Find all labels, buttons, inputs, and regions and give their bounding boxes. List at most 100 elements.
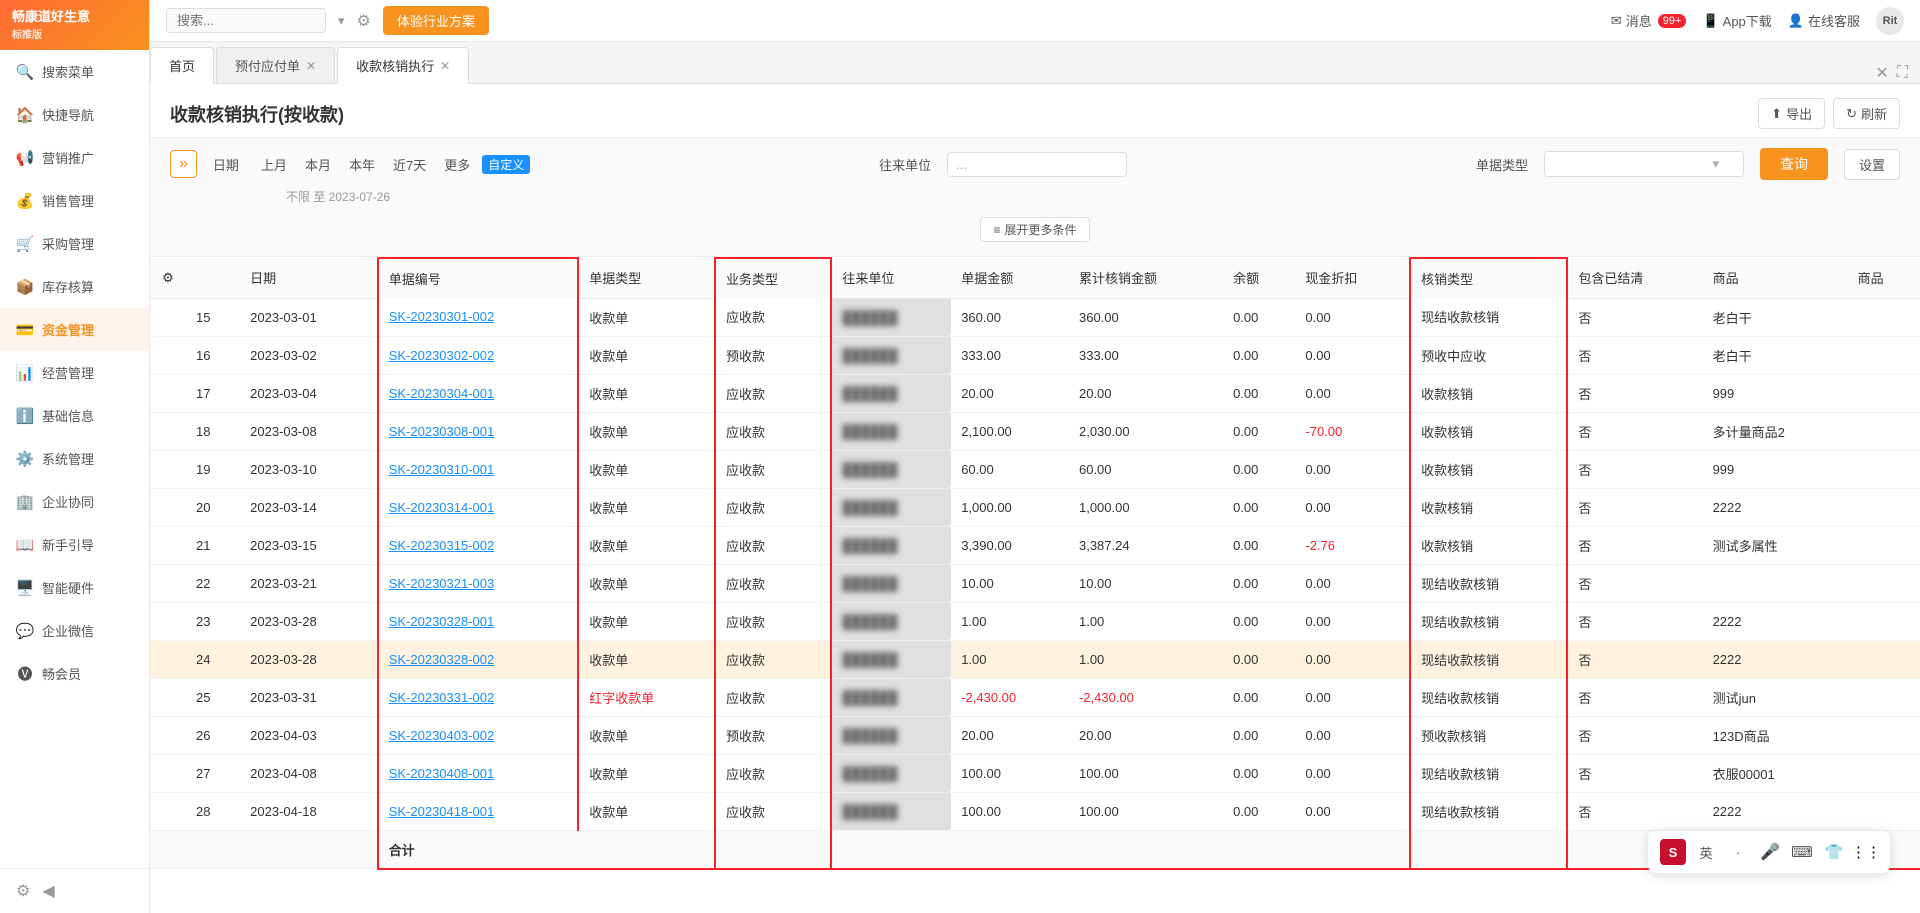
- app-download-item[interactable]: 📱 App下载: [1702, 11, 1771, 30]
- search-input[interactable]: [166, 8, 326, 33]
- table-cell: 28: [186, 792, 240, 830]
- query-button[interactable]: 查询: [1760, 148, 1828, 180]
- messages-item[interactable]: ✉ 消息 99+: [1611, 11, 1687, 30]
- sidebar-item-purchase[interactable]: 🛒 采购管理: [0, 222, 149, 265]
- refresh-button[interactable]: ↻ 刷新: [1833, 98, 1900, 129]
- bill-no-cell[interactable]: SK-20230310-001: [378, 450, 578, 488]
- table-cell: ██████: [831, 602, 951, 640]
- bill-no-cell[interactable]: SK-20230418-001: [378, 792, 578, 830]
- sidebar-item-finance[interactable]: 💳 资金管理: [0, 308, 149, 351]
- table-cell: ██████: [831, 716, 951, 754]
- table-cell: 20.00: [951, 374, 1069, 412]
- table-cell: [1848, 564, 1920, 602]
- table-cell: 20.00: [1069, 374, 1223, 412]
- tab-home[interactable]: 首页: [150, 47, 214, 84]
- partner-filter-select[interactable]: ...: [947, 152, 1127, 177]
- bill-no-cell[interactable]: SK-20230314-001: [378, 488, 578, 526]
- topbar-gear-icon[interactable]: ⚙: [357, 11, 371, 31]
- sidebar-bottom: ⚙ ◀: [0, 868, 149, 913]
- chevron-down-icon[interactable]: ▾: [338, 13, 345, 29]
- table-cell: 999: [1703, 450, 1848, 488]
- collapse-icon[interactable]: ◀: [42, 881, 54, 901]
- tab-close-receipt-verify[interactable]: ✕: [440, 59, 450, 73]
- col-no: [186, 258, 240, 298]
- sidebar-item-sales[interactable]: 💰 销售管理: [0, 179, 149, 222]
- s-icon[interactable]: S: [1660, 839, 1686, 865]
- shirt-icon[interactable]: 👕: [1822, 840, 1846, 864]
- tab-close-all-button[interactable]: ✕: [1875, 63, 1888, 83]
- table-cell: 2023-03-14: [240, 488, 378, 526]
- table-cell: 2023-03-02: [240, 336, 378, 374]
- export-button[interactable]: ⬆ 导出: [1758, 98, 1825, 129]
- logo-sub: 标推版: [12, 26, 90, 41]
- sidebar-item-quick-nav[interactable]: 🏠 快捷导航: [0, 93, 149, 136]
- table-row: 192023-03-10SK-20230310-001收款单应收款██████6…: [150, 450, 1920, 488]
- sidebar-item-member[interactable]: 🅥 畅会员: [0, 652, 149, 695]
- bill-no-cell[interactable]: SK-20230403-002: [378, 716, 578, 754]
- sidebar-item-guide[interactable]: 📖 新手引导: [0, 523, 149, 566]
- date-this-year[interactable]: 本年: [343, 153, 381, 176]
- sidebar-item-marketing[interactable]: 📢 营销推广: [0, 136, 149, 179]
- tab-prepay[interactable]: 预付应付单 ✕: [216, 47, 335, 83]
- table-cell: 否: [1567, 640, 1702, 678]
- biz-type-cell: 预收款: [715, 716, 831, 754]
- industry-solution-button[interactable]: 体验行业方案: [383, 6, 489, 35]
- bill-no-cell[interactable]: SK-20230331-002: [378, 678, 578, 716]
- bill-no-cell[interactable]: SK-20230328-001: [378, 602, 578, 640]
- bill-no-cell[interactable]: SK-20230315-002: [378, 526, 578, 564]
- filter-settings-button[interactable]: 设置: [1844, 149, 1900, 180]
- eng-label[interactable]: 英: [1694, 840, 1718, 864]
- table-cell: 2023-04-18: [240, 792, 378, 830]
- date-more[interactable]: 更多: [438, 153, 476, 176]
- bill-no-cell[interactable]: SK-20230308-001: [378, 412, 578, 450]
- sidebar-item-hardware[interactable]: 🖥️ 智能硬件: [0, 566, 149, 609]
- sidebar-item-operations[interactable]: 📊 经营管理: [0, 351, 149, 394]
- biz-type-cell: 应收款: [715, 792, 831, 830]
- sidebar-item-system[interactable]: ⚙️ 系统管理: [0, 437, 149, 480]
- table-cell: 10.00: [1069, 564, 1223, 602]
- table-cell: 0.00: [1295, 374, 1410, 412]
- table-cell: [150, 640, 186, 678]
- bill-no-cell[interactable]: SK-20230302-002: [378, 336, 578, 374]
- settings-bottom-icon[interactable]: ⚙: [16, 881, 30, 901]
- mic-icon[interactable]: 🎤: [1758, 840, 1782, 864]
- table-cell: ██████: [831, 564, 951, 602]
- verify-type-cell: 收款核销: [1410, 526, 1567, 564]
- bill-no-cell[interactable]: SK-20230408-001: [378, 754, 578, 792]
- tab-close-prepay[interactable]: ✕: [306, 59, 316, 73]
- col-settings[interactable]: ⚙: [150, 258, 186, 298]
- bill-no-cell[interactable]: SK-20230328-002: [378, 640, 578, 678]
- bill-no-cell[interactable]: SK-20230301-002: [378, 298, 578, 336]
- voucher-type-select[interactable]: ▾: [1544, 151, 1744, 177]
- user-avatar[interactable]: Rit: [1876, 7, 1904, 35]
- expand-more-button[interactable]: ≡ 展开更多条件: [980, 217, 1089, 242]
- sidebar-item-wechat[interactable]: 💬 企业微信: [0, 609, 149, 652]
- bill-no-cell[interactable]: SK-20230304-001: [378, 374, 578, 412]
- date-this-month[interactable]: 本月: [299, 153, 337, 176]
- table-cell: 1.00: [1069, 640, 1223, 678]
- table-cell: 0.00: [1295, 754, 1410, 792]
- table-cell: 10.00: [951, 564, 1069, 602]
- table-cell: 0.00: [1223, 678, 1295, 716]
- online-service-item[interactable]: 👤 在线客服: [1788, 11, 1860, 30]
- apps-icon[interactable]: ⋮⋮: [1854, 840, 1878, 864]
- table-cell: 否: [1567, 374, 1702, 412]
- table-cell: 2023-03-01: [240, 298, 378, 336]
- date-last-month[interactable]: 上月: [255, 153, 293, 176]
- verify-type-cell: 收款核销: [1410, 374, 1567, 412]
- sidebar-item-corp[interactable]: 🏢 企业协同: [0, 480, 149, 523]
- table-cell: 60.00: [951, 450, 1069, 488]
- dot-icon[interactable]: ·: [1726, 840, 1750, 864]
- tab-receipt-verify[interactable]: 收款核销执行 ✕: [337, 47, 469, 84]
- sidebar-item-inventory[interactable]: 📦 库存核算: [0, 265, 149, 308]
- sidebar-item-search[interactable]: 🔍 搜索菜单: [0, 50, 149, 93]
- tab-fullscreen-button[interactable]: ⛶: [1897, 64, 1908, 82]
- keyboard-icon[interactable]: ⌨: [1790, 840, 1814, 864]
- filter-toggle-button[interactable]: »: [170, 150, 197, 178]
- hardware-icon: 🖥️: [16, 579, 34, 597]
- voucher-type-chevron: ▾: [1712, 156, 1719, 172]
- date-7days[interactable]: 近7天: [387, 153, 432, 176]
- date-custom[interactable]: 自定义: [482, 155, 530, 174]
- bill-no-cell[interactable]: SK-20230321-003: [378, 564, 578, 602]
- sidebar-item-base[interactable]: ℹ️ 基础信息: [0, 394, 149, 437]
